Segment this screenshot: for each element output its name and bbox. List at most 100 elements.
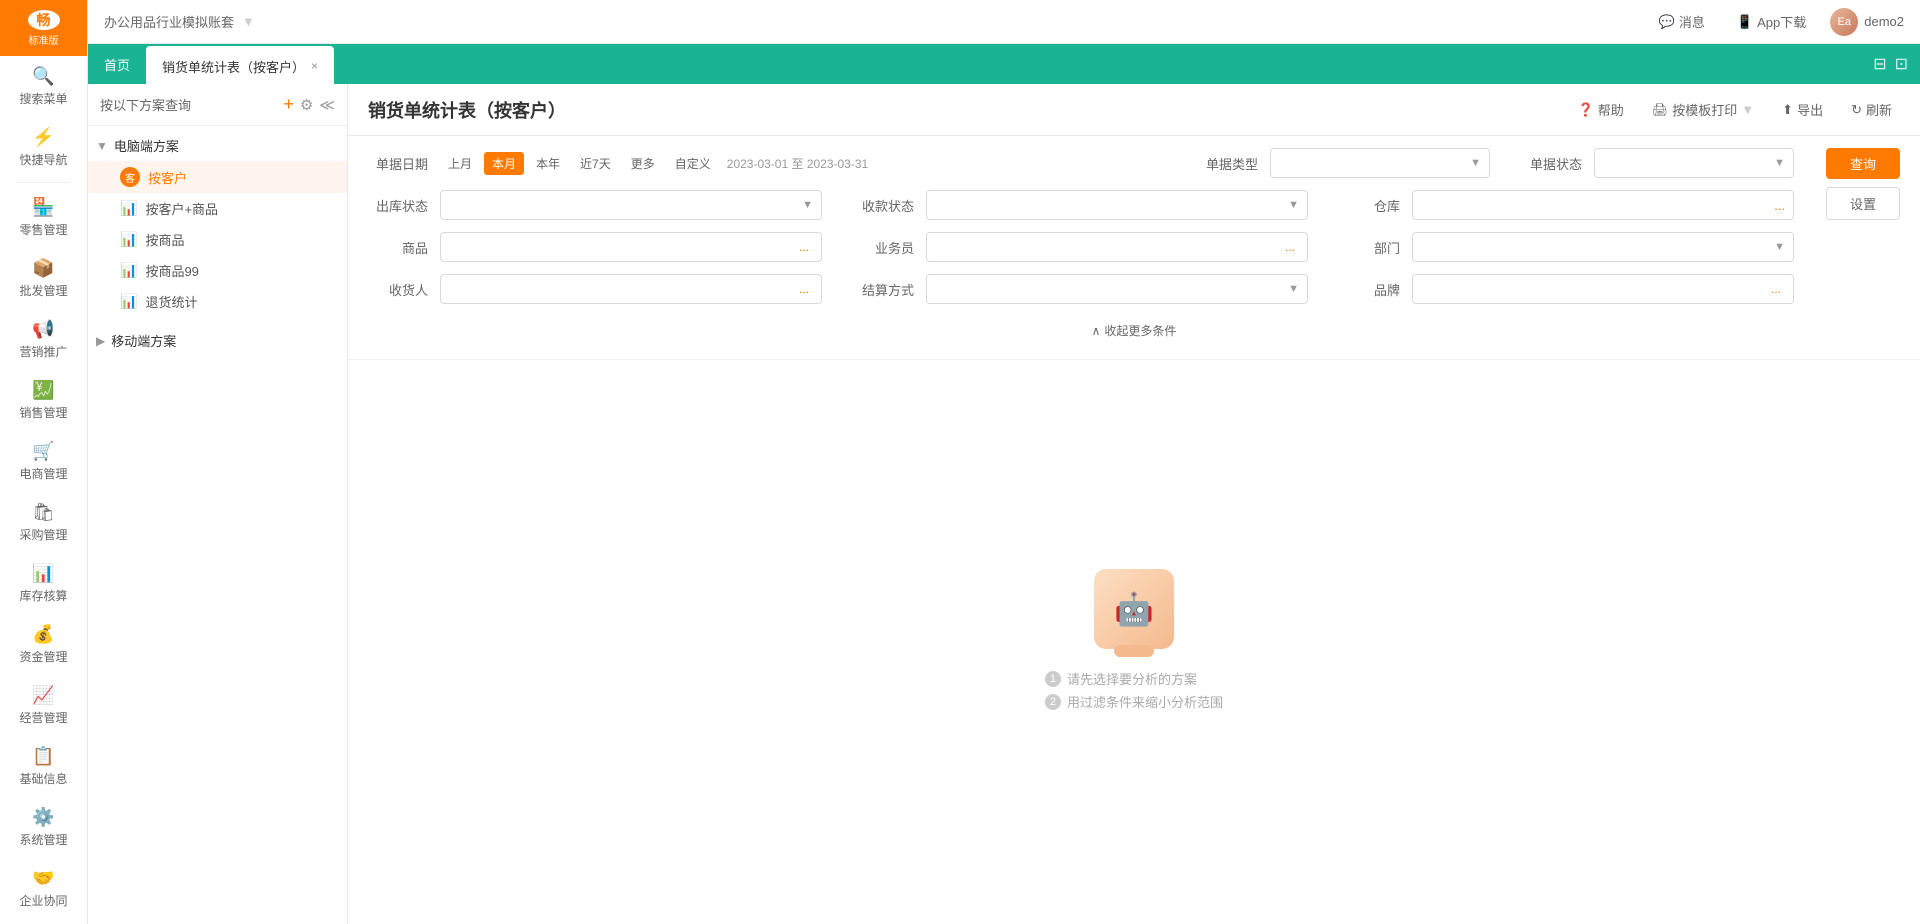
sidebar-item-system[interactable]: ⚙️ 系统管理 [0,797,88,858]
salesperson-more[interactable]: ... [1281,240,1299,254]
sidebar-item-retail[interactable]: 🏪 零售管理 [0,187,88,248]
tab-bar: 首页 销货单统计表（按客户） × ⊟ ⊡ [88,44,1920,84]
brand-select[interactable]: ... [1412,274,1794,304]
avatar: Ea [1830,8,1858,36]
sidebar-item-quick-nav[interactable]: ⚡ 快捷导航 [0,117,88,178]
scheme-item-by-customer-product[interactable]: 📊 按客户+商品 [88,193,347,224]
app-logo: 畅 标准版 [0,0,88,56]
date-this-year[interactable]: 本年 [528,152,568,175]
date-custom[interactable]: 自定义 [667,152,719,175]
payment-status-select[interactable]: ▼ [926,190,1308,220]
tab-close-button[interactable]: × [311,59,318,73]
sidebar-item-wholesale[interactable]: 📦 批发管理 [0,248,88,309]
scheme-settings-button[interactable]: ⚙ [300,96,313,114]
sidebar: 畅 标准版 🔍 搜索菜单 ⚡ 快捷导航 🏪 零售管理 📦 批发管理 📢 营销推广… [0,0,88,924]
group-arrow-icon: ▼ [96,139,108,153]
sidebar-item-marketing[interactable]: 📢 营销推广 [0,309,88,370]
page-actions: ❓ 帮助 🖨 按模板打印 ▼ ⬆ 导出 ↻ [1570,96,1900,123]
purchase-icon: 🛍 [32,502,55,523]
sidebar-item-sales[interactable]: 💹 销售管理 [0,370,88,431]
query-button[interactable]: 查询 [1826,148,1900,179]
help-label: 帮助 [1598,100,1624,119]
sidebar-item-enterprise[interactable]: 🤝 企业协同 [0,858,88,919]
product-select[interactable]: ... [440,232,822,262]
print-button[interactable]: 🖨 按模板打印 ▼ [1644,96,1762,123]
scheme-item-by-product-99[interactable]: 📊 按商品99 [88,255,347,286]
breadcrumb-text: 办公用品行业模拟账套 [104,12,234,31]
product-more[interactable]: ... [795,240,813,254]
refresh-button[interactable]: ↻ 刷新 [1843,96,1900,123]
out-status-arrow: ▼ [802,199,813,211]
scheme-item-by-customer[interactable]: 客 按客户 [88,161,347,193]
filter-row-2: 出库状态 ▼ 收款状态 ▼ 仓库 [368,190,1794,220]
mobile-group-title[interactable]: ▶ 移动端方案 [88,325,347,356]
desktop-scheme-group: ▼ 电脑端方案 客 按客户 📊 按客户+商品 📊 按商品 📊 [88,126,347,321]
receiver-more[interactable]: ... [795,282,813,296]
scheme-add-button[interactable]: + [283,94,294,115]
date-more[interactable]: 更多 [623,152,663,175]
doc-type-select[interactable]: ▼ [1270,148,1490,178]
sidebar-item-label: 库存核算 [19,587,67,604]
sidebar-item-operations[interactable]: 📈 经营管理 [0,675,88,736]
mobile-group-label: 移动端方案 [111,331,176,350]
tab-home[interactable]: 首页 [88,44,146,84]
date-control: 上月 本月 本年 近7天 更多 自定义 2023-03-01 至 2023-03… [440,152,1166,175]
maximize-icon[interactable]: ⊡ [1895,54,1908,74]
filter-actions: 查询 设置 [1826,148,1900,304]
step1-number: 1 [1045,671,1061,687]
sidebar-item-inventory[interactable]: 📊 库存核算 [0,553,88,614]
logo-icon: 畅 [28,10,60,30]
export-button[interactable]: ⬆ 导出 [1774,96,1831,123]
help-button[interactable]: ❓ 帮助 [1570,96,1632,123]
user-area[interactable]: Ea demo2 [1830,8,1904,36]
message-icon: 💬 [1659,14,1675,30]
collapse-up-icon: ∧ [1092,324,1101,338]
sidebar-item-purchase[interactable]: 🛍 采购管理 [0,492,88,553]
settlement-select[interactable]: ▼ [926,274,1308,304]
scheme-item-label: 退货统计 [145,292,197,311]
tab-active[interactable]: 销货单统计表（按客户） × [146,46,334,86]
collapse-button[interactable]: ∧ 收起更多条件 [368,314,1900,347]
sidebar-item-label: 企业协同 [19,892,67,909]
scheme-item-return-stats[interactable]: 📊 退货统计 [88,286,347,317]
department-select[interactable]: ▼ [1412,232,1794,262]
settings-button[interactable]: 设置 [1826,187,1900,220]
step2-number: 2 [1045,694,1061,710]
download-icon: 📱 [1737,14,1753,30]
sidebar-item-label: 快捷导航 [19,151,67,168]
sidebar-item-label: 批发管理 [19,282,67,299]
export-label: 导出 [1797,100,1823,119]
minimize-icon[interactable]: ⊟ [1873,54,1886,74]
filter-row-4: 收货人 ... 结算方式 ▼ 品牌 [368,274,1794,304]
chart-icon-3: 📊 [120,262,137,279]
warehouse-select[interactable]: ... [1412,190,1794,220]
scheme-collapse-button[interactable]: ≪ [319,96,335,114]
date-this-month[interactable]: 本月 [484,152,524,175]
main-container: 办公用品行业模拟账套 ▼ 💬 消息 📱 App下载 Ea demo2 首页 销货… [88,0,1920,924]
receiver-select[interactable]: ... [440,274,822,304]
mobile-scheme-group: ▶ 移动端方案 [88,321,347,360]
scheme-item-label: 按客户 [148,168,187,187]
out-status-select[interactable]: ▼ [440,190,822,220]
empty-text: 1 请先选择要分析的方案 2 用过滤条件来缩小分析范围 [1045,665,1223,715]
doc-status-arrow: ▼ [1774,157,1785,169]
sidebar-item-finance[interactable]: 💰 资金管理 [0,614,88,675]
sidebar-item-ecommerce[interactable]: 🛒 电商管理 [0,431,88,492]
salesperson-select[interactable]: ... [926,232,1308,262]
desktop-group-title[interactable]: ▼ 电脑端方案 [88,130,347,161]
scheme-item-by-product[interactable]: 📊 按商品 [88,224,347,255]
date-last-7days[interactable]: 近7天 [572,152,619,175]
username: demo2 [1864,14,1904,29]
print-dropdown-icon: ▼ [1741,102,1754,117]
brand-more[interactable]: ... [1767,282,1785,296]
app-download-button[interactable]: 📱 App下载 [1729,8,1814,35]
print-icon: 🖨 [1652,102,1669,118]
collapse-label: 收起更多条件 [1104,322,1176,339]
sidebar-item-search[interactable]: 🔍 搜索菜单 [0,56,88,117]
marketing-icon: 📢 [32,319,54,340]
sidebar-item-newbie[interactable]: 🎯 新手引导 [0,919,88,924]
date-last-month[interactable]: 上月 [440,152,480,175]
sidebar-item-basic[interactable]: 📋 基础信息 [0,736,88,797]
message-button[interactable]: 💬 消息 [1651,8,1713,35]
doc-status-select[interactable]: ▼ [1594,148,1794,178]
